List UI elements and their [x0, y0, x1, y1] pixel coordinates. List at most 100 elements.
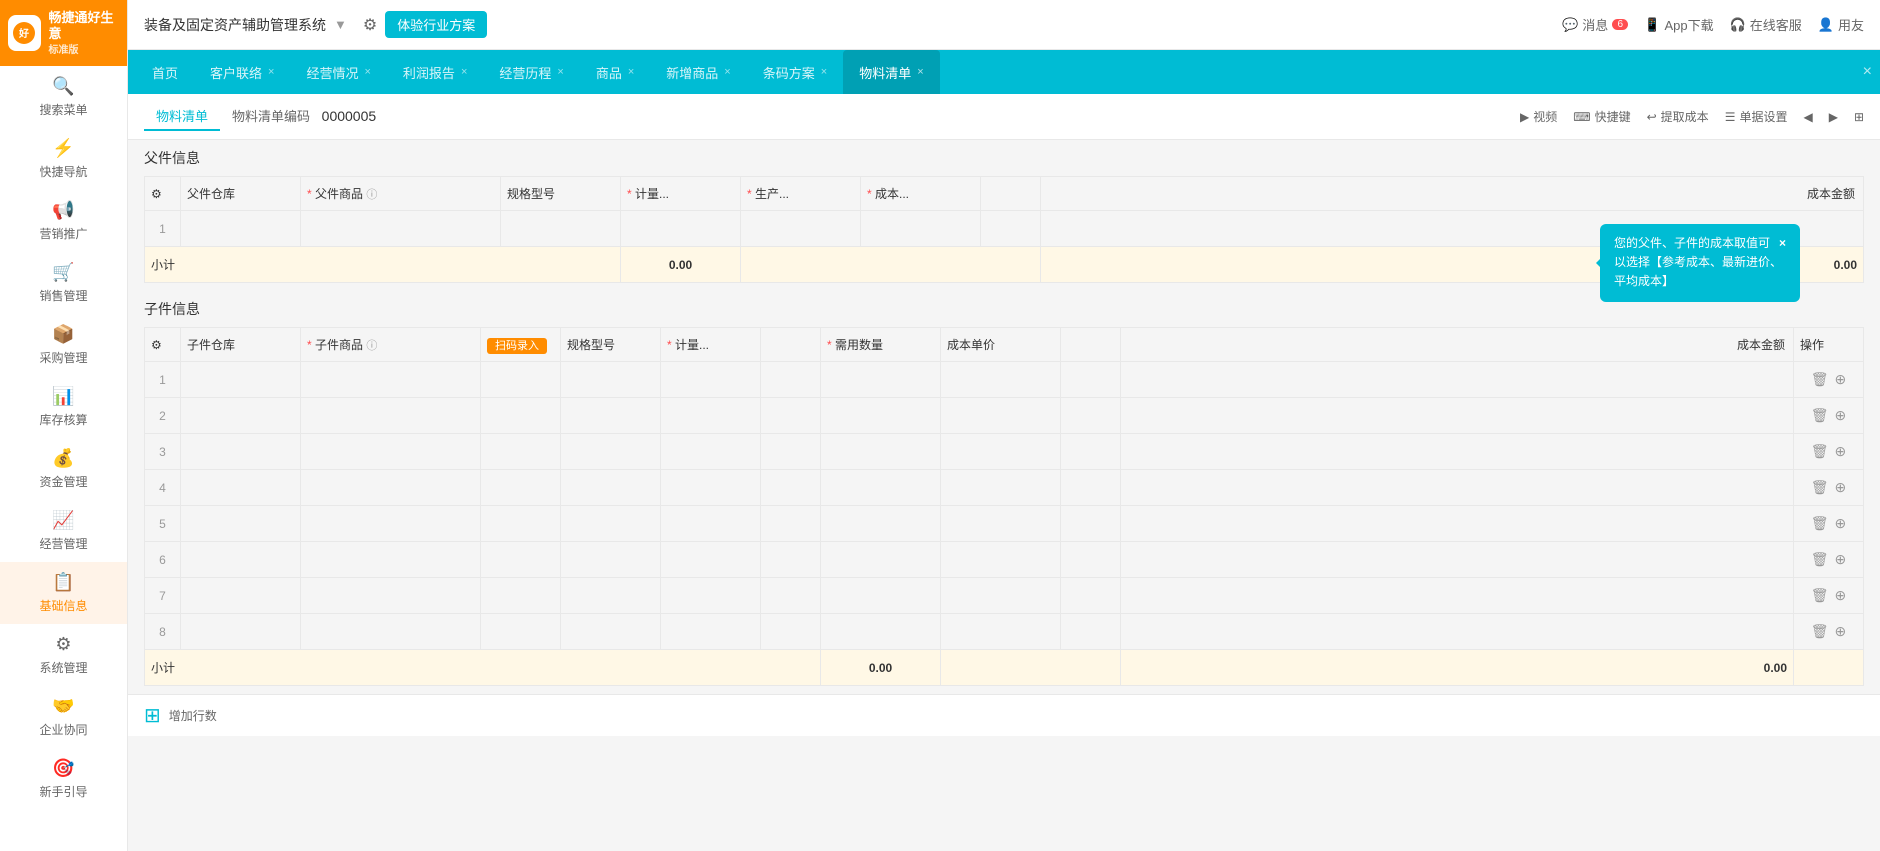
child-req-qty-cell[interactable]	[821, 434, 941, 470]
child-unit-cell[interactable]	[661, 470, 761, 506]
child-cost-price-cell[interactable]	[941, 614, 1061, 650]
tab-history[interactable]: 经营历程 ×	[483, 50, 579, 94]
nav-close-all[interactable]: ×	[1863, 63, 1872, 81]
child-req-qty-cell[interactable]	[821, 470, 941, 506]
child-unit-cell[interactable]	[661, 614, 761, 650]
app-download-button[interactable]: 📱 App下载	[1644, 15, 1713, 34]
single-settings-button[interactable]: ☰ 单据设置	[1725, 108, 1788, 125]
child-warehouse-cell[interactable]	[181, 470, 301, 506]
grid-view-icon[interactable]: ⊞	[1854, 110, 1864, 124]
user-button[interactable]: 👤 用友	[1818, 15, 1864, 34]
tab-goods[interactable]: 商品 ×	[580, 50, 650, 94]
child-cost-price-cell[interactable]	[941, 362, 1061, 398]
child-unit-cell[interactable]	[661, 362, 761, 398]
copy-row-icon[interactable]: ⊕	[1835, 623, 1847, 640]
child-spec-cell[interactable]	[561, 614, 661, 650]
child-req-qty-cell[interactable]	[821, 578, 941, 614]
tab-customer[interactable]: 客户联络 ×	[194, 50, 290, 94]
column-settings-icon[interactable]: ⚙	[151, 187, 162, 201]
copy-row-icon[interactable]: ⊕	[1835, 551, 1847, 568]
child-cost-price-cell[interactable]	[941, 506, 1061, 542]
delete-row-icon[interactable]: 🗑	[1811, 623, 1829, 640]
scan-input-button[interactable]: 扫码录入	[487, 338, 547, 354]
copy-row-icon[interactable]: ⊕	[1835, 479, 1847, 496]
child-goods-cell[interactable]	[301, 614, 481, 650]
child-unit-cell[interactable]	[661, 542, 761, 578]
messages-button[interactable]: 💬 消息 6	[1562, 15, 1628, 34]
child-warehouse-cell[interactable]	[181, 362, 301, 398]
tab-goods-close[interactable]: ×	[628, 66, 634, 78]
child-goods-cell[interactable]	[301, 362, 481, 398]
delete-row-icon[interactable]: 🗑	[1811, 443, 1829, 460]
nav-next-icon[interactable]: ▶	[1829, 110, 1838, 124]
tab-home[interactable]: 首页	[136, 50, 194, 94]
copy-row-icon[interactable]: ⊕	[1835, 371, 1847, 388]
tab-new-goods[interactable]: 新增商品 ×	[650, 50, 746, 94]
child-spec-cell[interactable]	[561, 434, 661, 470]
copy-row-icon[interactable]: ⊕	[1835, 407, 1847, 424]
sidebar-item-purchase[interactable]: 📦 采购管理	[0, 314, 127, 376]
sidebar-item-guide[interactable]: 🎯 新手引导	[0, 748, 127, 810]
tab-profit-close[interactable]: ×	[461, 66, 467, 78]
cost-cell[interactable]	[861, 211, 981, 247]
tab-customer-close[interactable]: ×	[268, 66, 274, 78]
dropdown-arrow-icon[interactable]: ▼	[334, 17, 347, 32]
sidebar-item-operations[interactable]: 📈 经营管理	[0, 500, 127, 562]
tab-bom[interactable]: 物料清单 ×	[843, 50, 939, 94]
production-cell[interactable]	[741, 211, 861, 247]
child-req-qty-cell[interactable]	[821, 398, 941, 434]
sub-tab-bom-code[interactable]: 物料清单编码 0000005	[220, 102, 388, 131]
child-spec-cell[interactable]	[561, 506, 661, 542]
child-goods-cell[interactable]	[301, 578, 481, 614]
delete-row-icon[interactable]: 🗑	[1811, 515, 1829, 532]
child-spec-cell[interactable]	[561, 398, 661, 434]
tab-history-close[interactable]: ×	[557, 66, 563, 78]
tab-new-goods-close[interactable]: ×	[724, 66, 730, 78]
extract-cost-button[interactable]: ↩ 提取成本	[1647, 108, 1709, 125]
delete-row-icon[interactable]: 🗑	[1811, 587, 1829, 604]
child-warehouse-cell[interactable]	[181, 578, 301, 614]
child-cost-price-cell[interactable]	[941, 578, 1061, 614]
sidebar-item-marketing[interactable]: 📢 营销推广	[0, 190, 127, 252]
child-warehouse-cell[interactable]	[181, 542, 301, 578]
child-unit-cell[interactable]	[661, 578, 761, 614]
tab-profit[interactable]: 利润报告 ×	[387, 50, 483, 94]
child-req-qty-cell[interactable]	[821, 542, 941, 578]
tab-operations[interactable]: 经营情况 ×	[290, 50, 386, 94]
child-spec-cell[interactable]	[561, 542, 661, 578]
sidebar-item-search[interactable]: 🔍 搜索菜单	[0, 66, 127, 128]
spec-cell[interactable]	[501, 211, 621, 247]
child-goods-cell[interactable]	[301, 470, 481, 506]
child-goods-cell[interactable]	[301, 542, 481, 578]
add-row-label[interactable]: 增加行数	[169, 707, 217, 724]
delete-row-icon[interactable]: 🗑	[1811, 479, 1829, 496]
tab-ops-close[interactable]: ×	[364, 66, 370, 78]
child-cost-price-cell[interactable]	[941, 434, 1061, 470]
child-column-settings-icon[interactable]: ⚙	[151, 338, 162, 352]
sidebar-item-inventory[interactable]: 📊 库存核算	[0, 376, 127, 438]
child-goods-cell[interactable]	[301, 434, 481, 470]
child-warehouse-cell[interactable]	[181, 614, 301, 650]
sidebar-item-sales[interactable]: 🛒 销售管理	[0, 252, 127, 314]
sub-tab-bom-list[interactable]: 物料清单	[144, 102, 220, 131]
child-warehouse-cell[interactable]	[181, 506, 301, 542]
copy-row-icon[interactable]: ⊕	[1835, 587, 1847, 604]
child-cost-price-cell[interactable]	[941, 470, 1061, 506]
copy-row-icon[interactable]: ⊕	[1835, 515, 1847, 532]
child-spec-cell[interactable]	[561, 362, 661, 398]
tab-bom-close[interactable]: ×	[917, 66, 923, 78]
child-unit-cell[interactable]	[661, 398, 761, 434]
try-industry-button[interactable]: 体验行业方案	[385, 11, 487, 38]
sidebar-item-quick-nav[interactable]: ⚡ 快捷导航	[0, 128, 127, 190]
child-req-qty-cell[interactable]	[821, 506, 941, 542]
tooltip-close-button[interactable]: ×	[1779, 234, 1786, 253]
video-button[interactable]: ▶ 视频	[1520, 108, 1557, 125]
sidebar-item-basic-info[interactable]: 📋 基础信息	[0, 562, 127, 624]
unit-cell[interactable]	[621, 211, 741, 247]
tab-barcode-close[interactable]: ×	[821, 66, 827, 78]
parent-warehouse-cell[interactable]	[181, 211, 301, 247]
child-warehouse-cell[interactable]	[181, 398, 301, 434]
shortcut-button[interactable]: ⌨ 快捷键	[1573, 108, 1630, 125]
child-warehouse-cell[interactable]	[181, 434, 301, 470]
delete-row-icon[interactable]: 🗑	[1811, 551, 1829, 568]
